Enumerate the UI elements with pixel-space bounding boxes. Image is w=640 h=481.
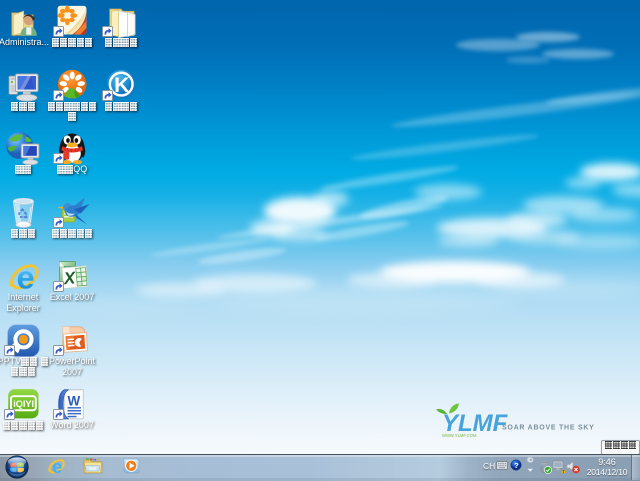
svg-text:WWW.YLMF.COM: WWW.YLMF.COM <box>442 433 477 438</box>
svg-text:iQIYI: iQIYI <box>13 399 34 409</box>
svg-text:W: W <box>68 393 81 408</box>
svg-text:SOAR ABOVE THE SKY: SOAR ABOVE THE SKY <box>502 425 595 432</box>
svg-text:?: ? <box>514 461 519 470</box>
svg-text:e: e <box>17 259 35 295</box>
svg-text:K: K <box>114 74 130 97</box>
svg-text:e: e <box>52 456 62 476</box>
